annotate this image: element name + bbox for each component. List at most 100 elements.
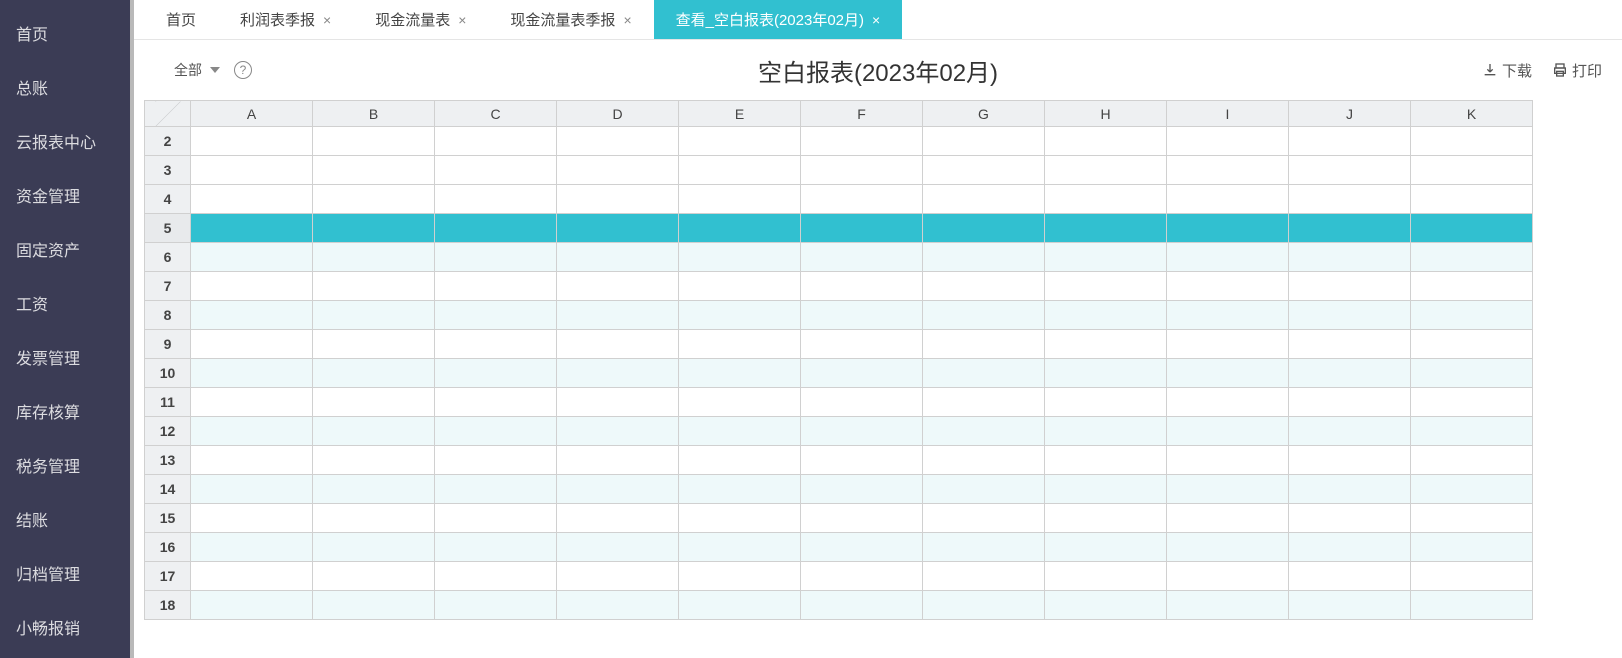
cell-C12[interactable] <box>435 417 557 446</box>
cell-D8[interactable] <box>557 301 679 330</box>
row-header-14[interactable]: 14 <box>145 475 191 504</box>
cell-J18[interactable] <box>1289 591 1411 620</box>
row-header-17[interactable]: 17 <box>145 562 191 591</box>
close-icon[interactable]: × <box>623 12 631 28</box>
cell-F13[interactable] <box>801 446 923 475</box>
sidebar-item-3[interactable]: 资金管理 <box>0 168 130 222</box>
cell-J10[interactable] <box>1289 359 1411 388</box>
cell-H16[interactable] <box>1045 533 1167 562</box>
cell-D2[interactable] <box>557 127 679 156</box>
row-header-9[interactable]: 9 <box>145 330 191 359</box>
tab-3[interactable]: 现金流量表季报× <box>488 0 653 39</box>
cell-H7[interactable] <box>1045 272 1167 301</box>
sidebar-item-8[interactable]: 税务管理 <box>0 438 130 492</box>
cell-E14[interactable] <box>679 475 801 504</box>
cell-B14[interactable] <box>313 475 435 504</box>
cell-J13[interactable] <box>1289 446 1411 475</box>
cell-J6[interactable] <box>1289 243 1411 272</box>
cell-K18[interactable] <box>1411 591 1533 620</box>
cell-G8[interactable] <box>923 301 1045 330</box>
cell-A15[interactable] <box>191 504 313 533</box>
cell-C16[interactable] <box>435 533 557 562</box>
column-header-I[interactable]: I <box>1167 101 1289 127</box>
cell-J3[interactable] <box>1289 156 1411 185</box>
cell-I3[interactable] <box>1167 156 1289 185</box>
cell-I15[interactable] <box>1167 504 1289 533</box>
sidebar-item-9[interactable]: 结账 <box>0 492 130 546</box>
cell-E11[interactable] <box>679 388 801 417</box>
cell-H5[interactable] <box>1045 214 1167 243</box>
cell-A16[interactable] <box>191 533 313 562</box>
cell-D6[interactable] <box>557 243 679 272</box>
cell-E12[interactable] <box>679 417 801 446</box>
cell-E18[interactable] <box>679 591 801 620</box>
cell-E2[interactable] <box>679 127 801 156</box>
download-button[interactable]: 下载 <box>1482 60 1532 81</box>
row-header-4[interactable]: 4 <box>145 185 191 214</box>
cell-E10[interactable] <box>679 359 801 388</box>
sidebar-item-2[interactable]: 云报表中心 <box>0 114 130 168</box>
cell-I14[interactable] <box>1167 475 1289 504</box>
tab-2[interactable]: 现金流量表× <box>353 0 488 39</box>
cell-K11[interactable] <box>1411 388 1533 417</box>
cell-C3[interactable] <box>435 156 557 185</box>
cell-A10[interactable] <box>191 359 313 388</box>
cell-F16[interactable] <box>801 533 923 562</box>
cell-I10[interactable] <box>1167 359 1289 388</box>
close-icon[interactable]: × <box>323 12 331 28</box>
cell-K16[interactable] <box>1411 533 1533 562</box>
cell-C9[interactable] <box>435 330 557 359</box>
cell-E3[interactable] <box>679 156 801 185</box>
row-header-5[interactable]: 5 <box>145 214 191 243</box>
cell-D10[interactable] <box>557 359 679 388</box>
cell-H8[interactable] <box>1045 301 1167 330</box>
cell-D15[interactable] <box>557 504 679 533</box>
cell-H17[interactable] <box>1045 562 1167 591</box>
sheet-corner[interactable] <box>145 101 191 127</box>
cell-A3[interactable] <box>191 156 313 185</box>
cell-K15[interactable] <box>1411 504 1533 533</box>
cell-B8[interactable] <box>313 301 435 330</box>
row-header-16[interactable]: 16 <box>145 533 191 562</box>
cell-B11[interactable] <box>313 388 435 417</box>
cell-F17[interactable] <box>801 562 923 591</box>
cell-G7[interactable] <box>923 272 1045 301</box>
cell-K9[interactable] <box>1411 330 1533 359</box>
cell-E8[interactable] <box>679 301 801 330</box>
cell-I12[interactable] <box>1167 417 1289 446</box>
column-header-B[interactable]: B <box>313 101 435 127</box>
column-header-F[interactable]: F <box>801 101 923 127</box>
cell-B9[interactable] <box>313 330 435 359</box>
cell-F4[interactable] <box>801 185 923 214</box>
row-header-10[interactable]: 10 <box>145 359 191 388</box>
cell-B7[interactable] <box>313 272 435 301</box>
cell-H11[interactable] <box>1045 388 1167 417</box>
cell-E9[interactable] <box>679 330 801 359</box>
row-header-7[interactable]: 7 <box>145 272 191 301</box>
cell-H12[interactable] <box>1045 417 1167 446</box>
cell-I13[interactable] <box>1167 446 1289 475</box>
cell-I11[interactable] <box>1167 388 1289 417</box>
cell-D7[interactable] <box>557 272 679 301</box>
cell-K4[interactable] <box>1411 185 1533 214</box>
cell-C7[interactable] <box>435 272 557 301</box>
close-icon[interactable]: × <box>458 12 466 28</box>
cell-F9[interactable] <box>801 330 923 359</box>
cell-F2[interactable] <box>801 127 923 156</box>
cell-F14[interactable] <box>801 475 923 504</box>
column-header-G[interactable]: G <box>923 101 1045 127</box>
cell-I4[interactable] <box>1167 185 1289 214</box>
cell-B18[interactable] <box>313 591 435 620</box>
cell-J5[interactable] <box>1289 214 1411 243</box>
cell-D4[interactable] <box>557 185 679 214</box>
cell-I17[interactable] <box>1167 562 1289 591</box>
sidebar-item-7[interactable]: 库存核算 <box>0 384 130 438</box>
cell-F7[interactable] <box>801 272 923 301</box>
cell-D17[interactable] <box>557 562 679 591</box>
cell-A6[interactable] <box>191 243 313 272</box>
row-header-6[interactable]: 6 <box>145 243 191 272</box>
sidebar-item-5[interactable]: 工资 <box>0 276 130 330</box>
cell-G4[interactable] <box>923 185 1045 214</box>
column-header-C[interactable]: C <box>435 101 557 127</box>
cell-E6[interactable] <box>679 243 801 272</box>
